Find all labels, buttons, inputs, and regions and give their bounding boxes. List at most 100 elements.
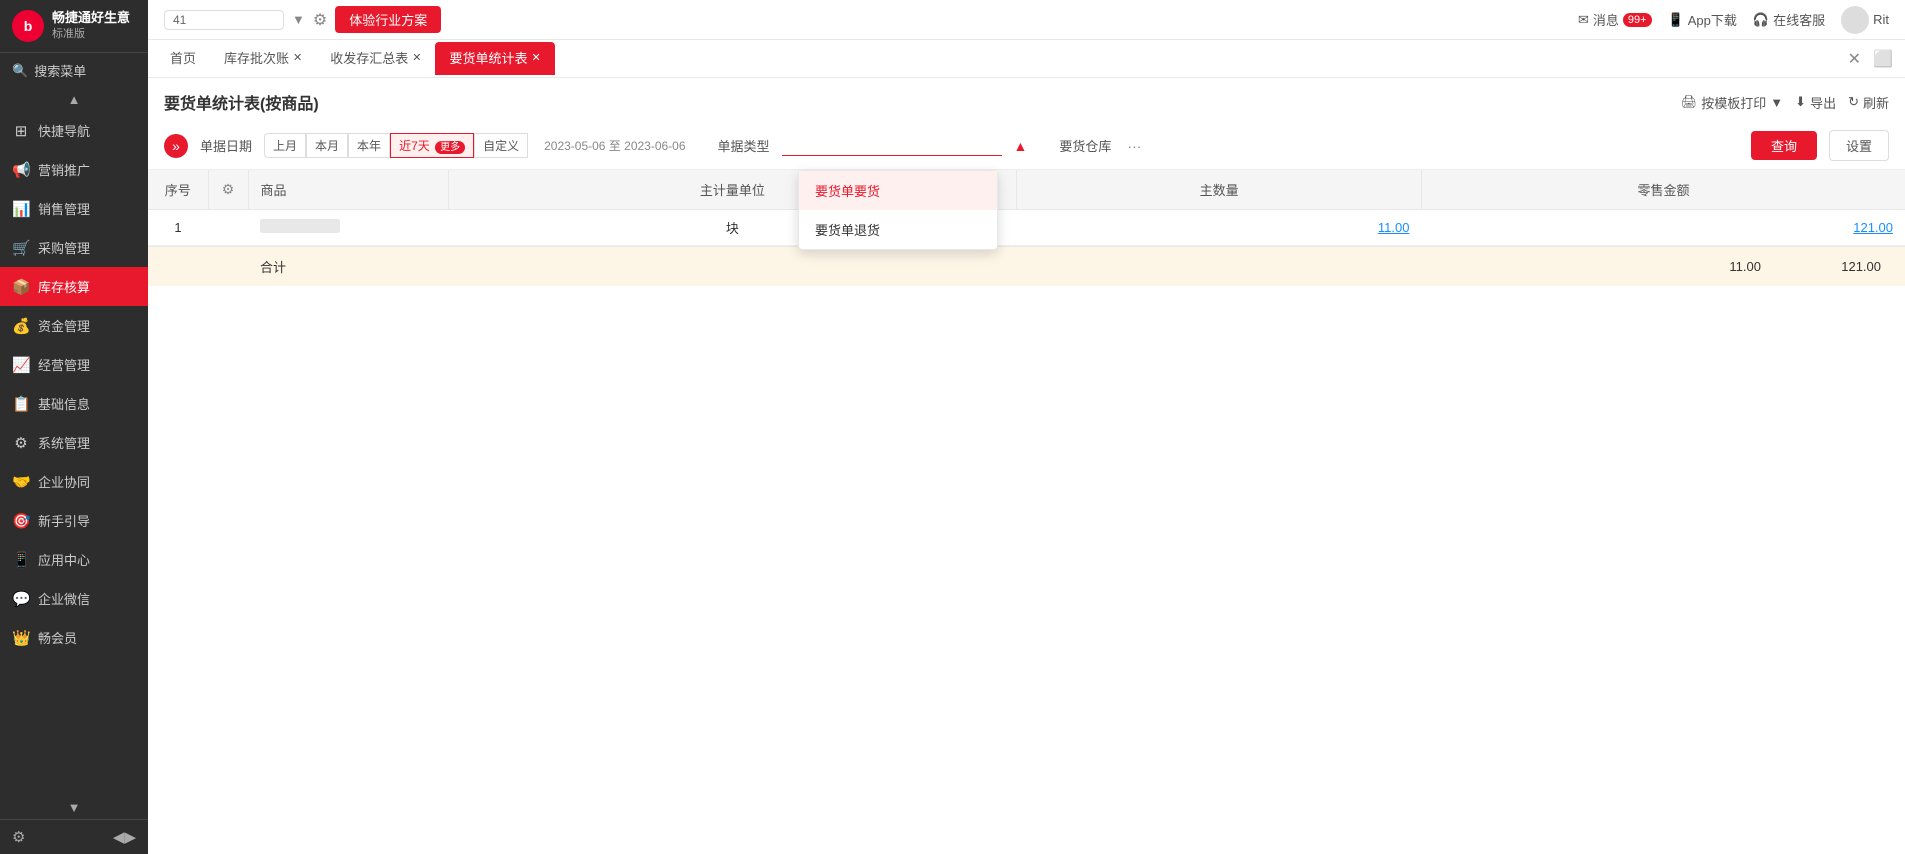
close-all-button[interactable]: ✕: [1844, 49, 1865, 69]
tab-close-icon[interactable]: ✕: [412, 51, 421, 64]
col-header-seq: 序号: [148, 170, 208, 210]
table-container: 序号 ⚙ 商品 主计量单位 主数量 零售金额 1: [148, 170, 1905, 246]
sidebar-item-newbie[interactable]: 🎯 新手引导: [0, 501, 148, 540]
search-menu[interactable]: 🔍 搜索菜单: [0, 53, 148, 88]
filter-row: » 单据日期 上月 本月 本年 近7天 更多 自定义 2023-05-06 至 …: [148, 122, 1905, 170]
col-header-qty: 主数量: [1017, 170, 1422, 210]
tabs-bar-right: ✕ ⬜: [1844, 49, 1897, 69]
tab-receivable-summary[interactable]: 收发存汇总表 ✕: [316, 42, 435, 75]
online-service-item[interactable]: 🎧 在线客服: [1753, 10, 1825, 29]
operations-icon: 📈: [12, 356, 30, 374]
filter-expand-button[interactable]: »: [164, 134, 188, 158]
sidebar-scroll-up[interactable]: ▲: [0, 88, 148, 111]
sidebar-item-enterprise[interactable]: 🤝 企业协同: [0, 462, 148, 501]
dropdown-item-order-goods[interactable]: 要货单要货: [799, 171, 997, 210]
tab-inventory-batch[interactable]: 库存批次账 ✕: [210, 42, 316, 75]
sidebar-item-purchase[interactable]: 🛒 采购管理: [0, 228, 148, 267]
promo-button[interactable]: 体验行业方案: [335, 6, 441, 33]
message-icon: ✉: [1578, 12, 1589, 28]
sidebar-scroll-down[interactable]: ▼: [0, 796, 148, 819]
finance-icon: 💰: [12, 317, 30, 335]
tab-order-stats[interactable]: 要货单统计表 ✕: [435, 42, 554, 75]
top-bar: ▼ ⚙ 体验行业方案 ✉ 消息 99+ 📱 App下载 🎧 在线客服 Rit: [148, 0, 1905, 40]
sales-icon: 📊: [12, 200, 30, 218]
cell-amount[interactable]: 121.00: [1421, 210, 1905, 246]
avatar: [1841, 6, 1869, 34]
query-button[interactable]: 查询: [1751, 131, 1817, 160]
user-profile[interactable]: Rit: [1841, 6, 1889, 34]
tab-home[interactable]: 首页: [156, 42, 210, 75]
messages-item[interactable]: ✉ 消息 99+: [1578, 10, 1652, 29]
main-area: ▼ ⚙ 体验行业方案 ✉ 消息 99+ 📱 App下载 🎧 在线客服 Rit: [148, 0, 1905, 854]
refresh-button[interactable]: ↻ 刷新: [1848, 93, 1889, 112]
export-button[interactable]: ⬇ 导出: [1795, 93, 1836, 112]
this-month-button[interactable]: 本月: [306, 133, 348, 158]
tab-order-stats-label: 要货单统计表: [449, 48, 527, 67]
print-button[interactable]: 🖨 按模板打印 ▼: [1681, 93, 1783, 112]
warehouse-dots-icon[interactable]: ···: [1127, 138, 1141, 154]
cell-settings: [208, 210, 248, 246]
sidebar-item-label: 应用中心: [38, 550, 90, 569]
settings-icon[interactable]: ⚙: [313, 10, 327, 30]
logo-icon: b: [12, 10, 44, 42]
export-label: 导出: [1810, 93, 1836, 112]
more-badge: 更多: [435, 141, 465, 154]
custom-date-button[interactable]: 自定义: [474, 133, 528, 158]
members-icon: 👑: [12, 629, 30, 647]
cell-qty[interactable]: 11.00: [1017, 210, 1422, 246]
wecom-icon: 💬: [12, 590, 30, 608]
col-header-settings[interactable]: ⚙: [208, 170, 248, 210]
tab-count-input[interactable]: [164, 10, 284, 30]
warehouse-filter-label: 要货仓库: [1059, 136, 1111, 155]
sidebar-item-wecom[interactable]: 💬 企业微信: [0, 579, 148, 618]
newbie-icon: 🎯: [12, 512, 30, 530]
tabs-bar: 首页 库存批次账 ✕ 收发存汇总表 ✕ 要货单统计表 ✕ ✕ ⬜: [148, 40, 1905, 78]
top-bar-right: ✉ 消息 99+ 📱 App下载 🎧 在线客服 Rit: [1578, 6, 1889, 34]
sidebar-item-label: 基础信息: [38, 394, 90, 413]
purchase-icon: 🛒: [12, 239, 30, 257]
brand-sub: 标准版: [52, 27, 130, 41]
sidebar-item-operations[interactable]: 📈 经营管理: [0, 345, 148, 384]
sidebar-item-sales[interactable]: 📊 销售管理: [0, 189, 148, 228]
footer-qty: 11.00: [1673, 259, 1773, 274]
sidebar-item-members[interactable]: 👑 畅会员: [0, 618, 148, 657]
app-download-label: App下载: [1688, 10, 1737, 29]
tab-close-icon[interactable]: ✕: [293, 51, 302, 64]
page-title: 要货单统计表(按商品): [164, 90, 319, 114]
settings-icon[interactable]: ⚙: [12, 828, 25, 846]
settings-button[interactable]: 设置: [1829, 130, 1889, 161]
table-footer: 合计 11.00 121.00: [148, 246, 1905, 286]
logo-text: 畅捷通好生意 标准版: [52, 10, 130, 41]
user-name: Rit: [1873, 12, 1889, 27]
last-7-days-button[interactable]: 近7天 更多: [390, 133, 474, 158]
sidebar-nav: ⊞ 快捷导航 📢 营销推广 📊 销售管理 🛒 采购管理 📦 库存核算 💰 资金管…: [0, 111, 148, 796]
col-settings-icon[interactable]: ⚙: [222, 181, 235, 197]
dropdown-item-order-return[interactable]: 要货单退货: [799, 210, 997, 249]
sidebar-item-finance[interactable]: 💰 资金管理: [0, 306, 148, 345]
footer-total-label: 合计: [260, 260, 286, 275]
col-header-amount: 零售金额: [1421, 170, 1905, 210]
cell-seq: 1: [148, 210, 208, 246]
tab-close-icon[interactable]: ✕: [532, 51, 541, 64]
restore-button[interactable]: ⬜: [1869, 49, 1897, 69]
sidebar: b 畅捷通好生意 标准版 🔍 搜索菜单 ▲ ⊞ 快捷导航 📢 营销推广 📊 销售…: [0, 0, 148, 854]
sidebar-item-inventory[interactable]: 📦 库存核算: [0, 267, 148, 306]
footer-label: 合计: [260, 257, 460, 276]
app-download-item[interactable]: 📱 App下载: [1668, 10, 1737, 29]
sidebar-item-label: 资金管理: [38, 316, 90, 335]
sidebar-item-base-info[interactable]: 📋 基础信息: [0, 384, 148, 423]
dropdown-arrow-icon[interactable]: ▼: [292, 12, 305, 27]
collapse-icon[interactable]: ◀▶: [113, 828, 136, 846]
prev-month-button[interactable]: 上月: [264, 133, 306, 158]
app-center-icon: 📱: [12, 551, 30, 569]
online-service-label: 在线客服: [1773, 10, 1825, 29]
quick-nav-icon: ⊞: [12, 122, 30, 140]
type-filter-input[interactable]: [782, 136, 1002, 156]
this-year-button[interactable]: 本年: [348, 133, 390, 158]
type-caret-icon[interactable]: ▲: [1014, 138, 1028, 154]
sidebar-item-system[interactable]: ⚙ 系统管理: [0, 423, 148, 462]
sidebar-item-quick-nav[interactable]: ⊞ 快捷导航: [0, 111, 148, 150]
sidebar-item-label: 采购管理: [38, 238, 90, 257]
sidebar-item-marketing[interactable]: 📢 营销推广: [0, 150, 148, 189]
sidebar-item-app-center[interactable]: 📱 应用中心: [0, 540, 148, 579]
